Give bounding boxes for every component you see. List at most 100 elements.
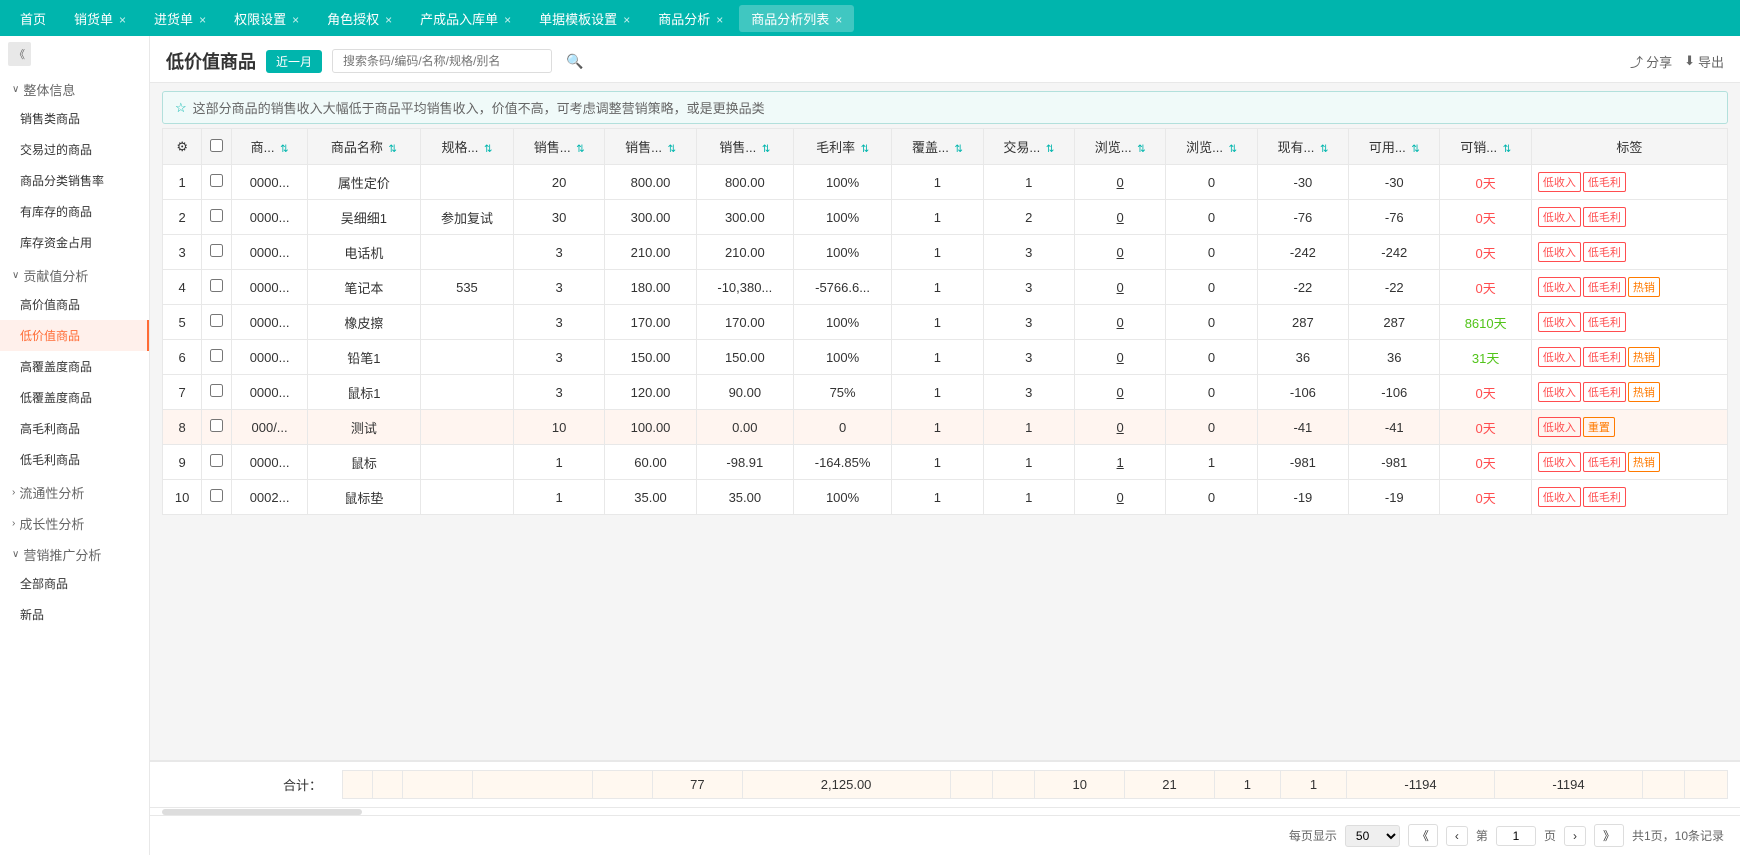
sidebar-item-high-value[interactable]: 高价值商品 bbox=[0, 289, 149, 320]
sidebar-item-high-coverage[interactable]: 高覆盖度商品 bbox=[0, 351, 149, 382]
sidebar-item-stock-capital[interactable]: 库存资金占用 bbox=[0, 227, 149, 258]
nav-home[interactable]: 首页 bbox=[8, 5, 58, 32]
col-gear[interactable]: ⚙ bbox=[163, 129, 202, 165]
sidebar-item-all-goods[interactable]: 全部商品 bbox=[0, 568, 149, 599]
cell-sale-cost: 35.00 bbox=[696, 480, 793, 515]
cell-sellable: 0天 bbox=[1440, 270, 1531, 305]
col-checkbox[interactable] bbox=[202, 129, 232, 165]
search-icon[interactable]: 🔍 bbox=[566, 53, 583, 70]
cell-checkbox[interactable] bbox=[202, 375, 232, 410]
cell-view1[interactable]: 0 bbox=[1074, 270, 1165, 305]
cell-current-stock: -19 bbox=[1257, 480, 1348, 515]
cell-view1[interactable]: 0 bbox=[1074, 410, 1165, 445]
total-info: 共1页，10条记录 bbox=[1632, 827, 1724, 844]
sidebar-item-new-goods[interactable]: 新品 bbox=[0, 599, 149, 630]
sidebar-item-traded-goods[interactable]: 交易过的商品 bbox=[0, 134, 149, 165]
cell-checkbox[interactable] bbox=[202, 165, 232, 200]
cell-view1[interactable]: 0 bbox=[1074, 340, 1165, 375]
table-row: 9 0000... 鼠标 1 60.00 -98.91 -164.85% 1 1… bbox=[163, 445, 1728, 480]
first-page-btn[interactable]: 《 bbox=[1408, 824, 1438, 847]
nav-goods-analysis[interactable]: 商品分析× bbox=[646, 5, 735, 32]
nav-template[interactable]: 单据模板设置× bbox=[527, 5, 642, 32]
last-page-btn[interactable]: 》 bbox=[1594, 824, 1624, 847]
col-sale-cost[interactable]: 销售... ⇅ bbox=[696, 129, 793, 165]
date-filter-btn[interactable]: 近一月 bbox=[266, 50, 322, 73]
nav-permission[interactable]: 权限设置× bbox=[222, 5, 311, 32]
sidebar-collapse-btn[interactable]: 《 bbox=[8, 42, 31, 66]
total-available: -1194 bbox=[1495, 771, 1643, 799]
cell-available: -242 bbox=[1349, 235, 1440, 270]
sidebar-group-overall[interactable]: ∨ 整体信息 bbox=[0, 72, 149, 103]
cell-checkbox[interactable] bbox=[202, 445, 232, 480]
col-name[interactable]: 商品名称 ⇅ bbox=[307, 129, 420, 165]
cell-view1[interactable]: 0 bbox=[1074, 200, 1165, 235]
cell-view1[interactable]: 0 bbox=[1074, 165, 1165, 200]
sidebar-item-high-margin[interactable]: 高毛利商品 bbox=[0, 413, 149, 444]
cell-view1[interactable]: 0 bbox=[1074, 480, 1165, 515]
cell-sellable: 0天 bbox=[1440, 200, 1531, 235]
prev-page-btn[interactable]: ‹ bbox=[1446, 826, 1468, 846]
col-view1[interactable]: 浏览... ⇅ bbox=[1074, 129, 1165, 165]
cell-checkbox[interactable] bbox=[202, 200, 232, 235]
cell-checkbox[interactable] bbox=[202, 270, 232, 305]
col-sellable[interactable]: 可销... ⇅ bbox=[1440, 129, 1531, 165]
cell-checkbox[interactable] bbox=[202, 305, 232, 340]
cell-view1[interactable]: 1 bbox=[1074, 445, 1165, 480]
cell-view1[interactable]: 0 bbox=[1074, 235, 1165, 270]
sidebar-group-contribution[interactable]: ∨ 贡献值分析 bbox=[0, 258, 149, 289]
col-coverage[interactable]: 覆盖... ⇅ bbox=[892, 129, 983, 165]
nav-purchase[interactable]: 进货单× bbox=[142, 5, 218, 32]
cell-checkbox[interactable] bbox=[202, 340, 232, 375]
cell-name: 鼠标垫 bbox=[307, 480, 420, 515]
per-page-select[interactable]: 50 100 200 bbox=[1345, 825, 1400, 847]
cell-checkbox[interactable] bbox=[202, 410, 232, 445]
table-header-row: ⚙ 商... ⇅ 商品名称 ⇅ 规格... ⇅ 销售... ⇅ 销售... ⇅ … bbox=[163, 129, 1728, 165]
nav-sales[interactable]: 销货单× bbox=[62, 5, 138, 32]
col-sale-amt[interactable]: 销售... ⇅ bbox=[605, 129, 696, 165]
sidebar-item-category-rate[interactable]: 商品分类销售率 bbox=[0, 165, 149, 196]
cell-coverage: 1 bbox=[892, 480, 983, 515]
cell-view2: 1 bbox=[1166, 445, 1257, 480]
col-view2[interactable]: 浏览... ⇅ bbox=[1166, 129, 1257, 165]
cell-available: -19 bbox=[1349, 480, 1440, 515]
cell-sale-cost: 150.00 bbox=[696, 340, 793, 375]
sidebar-item-low-margin[interactable]: 低毛利商品 bbox=[0, 444, 149, 475]
cell-spec bbox=[420, 340, 513, 375]
col-code[interactable]: 商... ⇅ bbox=[232, 129, 308, 165]
table-row: 4 0000... 笔记本 535 3 180.00 -10,380... -5… bbox=[163, 270, 1728, 305]
nav-product-stock[interactable]: 产成品入库单× bbox=[408, 5, 523, 32]
next-page-btn[interactable]: › bbox=[1564, 826, 1586, 846]
nav-goods-analysis-list[interactable]: 商品分析列表× bbox=[739, 5, 854, 32]
col-available[interactable]: 可用... ⇅ bbox=[1349, 129, 1440, 165]
cell-view1[interactable]: 0 bbox=[1074, 375, 1165, 410]
table-container[interactable]: ⚙ 商... ⇅ 商品名称 ⇅ 规格... ⇅ 销售... ⇅ 销售... ⇅ … bbox=[150, 128, 1740, 760]
cell-available: 36 bbox=[1349, 340, 1440, 375]
export-btn[interactable]: ⬇ 导出 bbox=[1684, 52, 1724, 71]
sidebar-group-liquidity[interactable]: › 流通性分析 bbox=[0, 475, 149, 506]
cell-view1[interactable]: 0 bbox=[1074, 305, 1165, 340]
col-sale-qty[interactable]: 销售... ⇅ bbox=[513, 129, 604, 165]
nav-role[interactable]: 角色授权× bbox=[315, 5, 404, 32]
col-gross-rate[interactable]: 毛利率 ⇅ bbox=[793, 129, 891, 165]
cell-tags: 低收入低毛利热销 bbox=[1531, 340, 1727, 375]
sidebar-item-sales-goods[interactable]: 销售类商品 bbox=[0, 103, 149, 134]
gear-icon[interactable]: ⚙ bbox=[176, 139, 188, 154]
cell-tags: 低收入低毛利 bbox=[1531, 165, 1727, 200]
sidebar-item-stock-goods[interactable]: 有库存的商品 bbox=[0, 196, 149, 227]
sidebar-item-low-value[interactable]: 低价值商品 bbox=[0, 320, 149, 351]
search-input[interactable] bbox=[332, 49, 552, 73]
cell-checkbox[interactable] bbox=[202, 480, 232, 515]
sidebar-group-growth[interactable]: › 成长性分析 bbox=[0, 506, 149, 537]
select-all-checkbox[interactable] bbox=[210, 139, 223, 152]
share-btn[interactable]: ⤴ 分享 bbox=[1630, 52, 1672, 71]
col-spec[interactable]: 规格... ⇅ bbox=[420, 129, 513, 165]
cell-checkbox[interactable] bbox=[202, 235, 232, 270]
sidebar-group-marketing[interactable]: ∨ 营销推广分析 bbox=[0, 537, 149, 568]
col-current-stock[interactable]: 现有... ⇅ bbox=[1257, 129, 1348, 165]
cell-current-stock: -106 bbox=[1257, 375, 1348, 410]
cell-tags: 低收入低毛利 bbox=[1531, 480, 1727, 515]
page-number-input[interactable] bbox=[1496, 826, 1536, 846]
col-trade[interactable]: 交易... ⇅ bbox=[983, 129, 1074, 165]
cell-sale-cost: -10,380... bbox=[696, 270, 793, 305]
sidebar-item-low-coverage[interactable]: 低覆盖度商品 bbox=[0, 382, 149, 413]
